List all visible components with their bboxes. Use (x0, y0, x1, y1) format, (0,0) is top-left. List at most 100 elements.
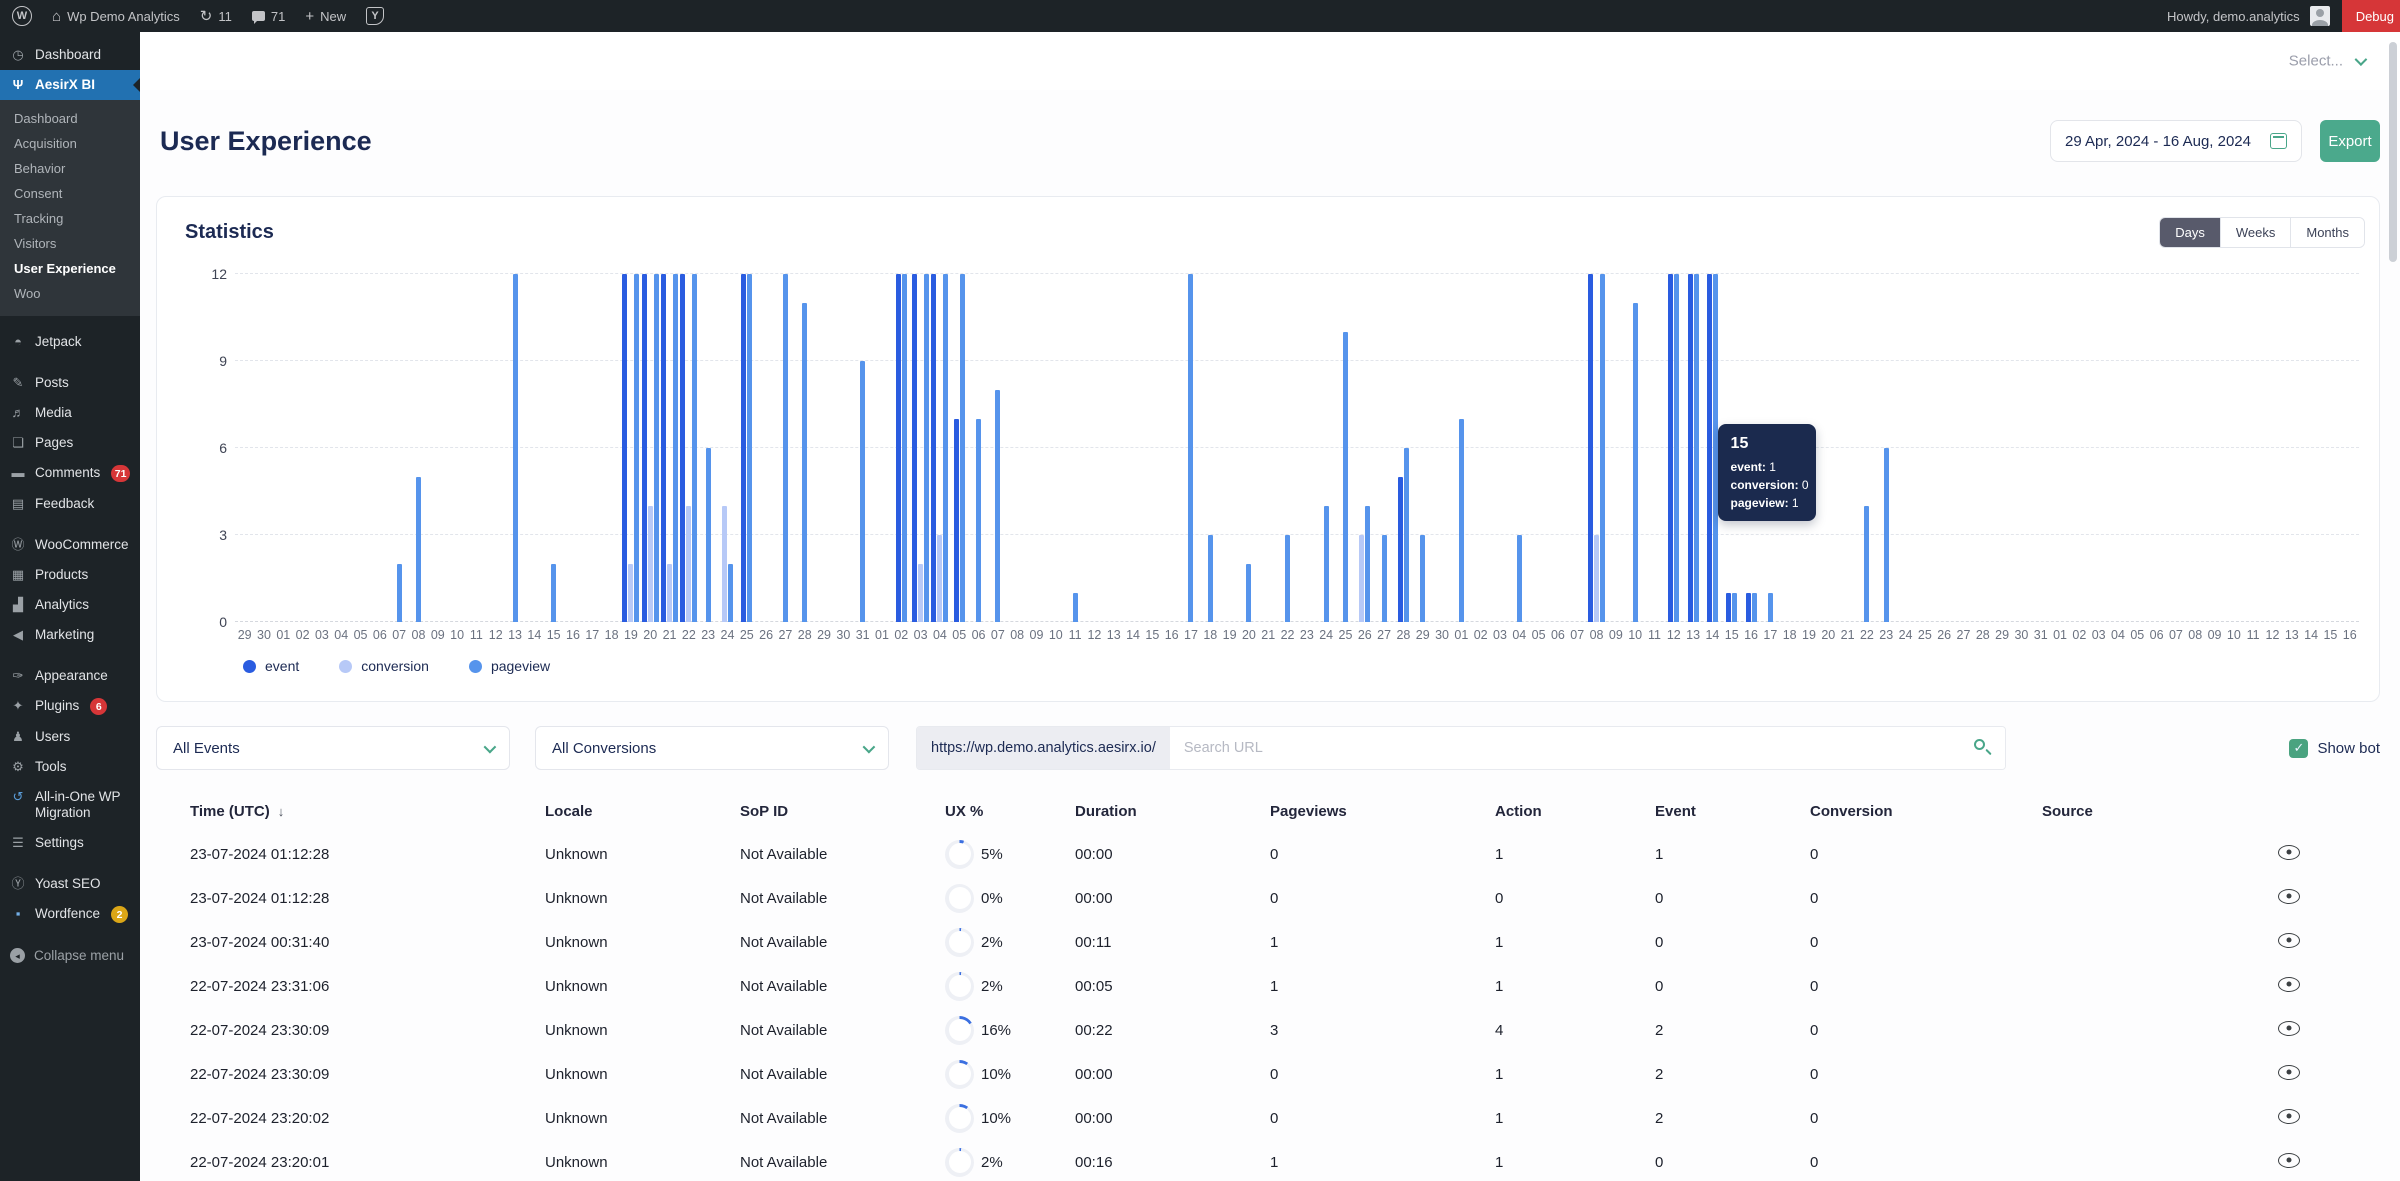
show-bot-toggle[interactable]: ✓ Show bot (2289, 738, 2380, 758)
chart-bar-pageview[interactable] (1458, 419, 1464, 622)
chart-bar-pageview[interactable] (1674, 274, 1680, 622)
column-header-source[interactable]: Source (2042, 803, 2380, 820)
chart-bar-pageview[interactable] (1323, 506, 1329, 622)
chart-bar-pageview[interactable] (1751, 593, 1757, 622)
user-avatar[interactable] (2309, 6, 2330, 26)
chart-bar-conversion[interactable] (1359, 535, 1365, 622)
chart-bar-pageview[interactable] (860, 361, 866, 622)
debug-button[interactable]: Debug (2341, 0, 2400, 32)
sidebar-item-all-in-one-wp-migration[interactable]: ↺ All-in-One WP Migration (0, 782, 140, 828)
column-header-conversion[interactable]: Conversion (1810, 803, 2042, 820)
chart-bar-event[interactable] (895, 274, 901, 622)
chart-bar-event[interactable] (1668, 274, 1674, 622)
chart-bar-pageview[interactable] (551, 564, 557, 622)
sidebar-item-media[interactable]: ♬ Media (0, 398, 140, 428)
sidebar-item-products[interactable]: ▦ Products (0, 560, 140, 590)
view-details-eye-icon[interactable] (2278, 932, 2300, 948)
chart-bar-pageview[interactable] (1767, 593, 1773, 622)
column-header-action[interactable]: Action (1495, 803, 1655, 820)
chart-bar-pageview[interactable] (1246, 564, 1252, 622)
submenu-item-woo[interactable]: Woo (0, 281, 140, 306)
export-button[interactable]: Export (2320, 120, 2380, 162)
chart-bar-pageview[interactable] (1207, 535, 1213, 622)
chart-bar-event[interactable] (680, 274, 686, 622)
chart-bar-event[interactable] (1706, 274, 1712, 622)
chart-bar-conversion[interactable] (1594, 535, 1600, 622)
chart-bar-pageview[interactable] (1365, 506, 1371, 622)
chart-bar-event[interactable] (1687, 274, 1693, 622)
chart-bar-event[interactable] (953, 419, 959, 622)
chart-bar-conversion[interactable] (628, 564, 634, 622)
sidebar-item-jetpack[interactable]: ◓ Jetpack (0, 327, 140, 357)
howdy-account-menu[interactable]: Howdy, demo.analytics (2167, 9, 2300, 24)
vertical-scrollbar[interactable] (2389, 42, 2397, 262)
view-details-eye-icon[interactable] (2278, 1020, 2300, 1036)
range-tab-months[interactable]: Months (2290, 218, 2364, 247)
show-bot-checkbox[interactable]: ✓ (2289, 738, 2309, 758)
range-tab-weeks[interactable]: Weeks (2219, 218, 2291, 247)
sidebar-item-users[interactable]: ♟ Users (0, 722, 140, 752)
conversions-select[interactable]: All Conversions (535, 726, 889, 770)
new-content-menu[interactable]: + New (305, 9, 346, 24)
submenu-item-consent[interactable]: Consent (0, 181, 140, 206)
sidebar-item-plugins[interactable]: ✦ Plugins 6 (0, 691, 140, 722)
search-button[interactable] (1961, 727, 2005, 769)
chart-bar-pageview[interactable] (959, 274, 965, 622)
chart-bar-pageview[interactable] (1072, 593, 1078, 622)
chart-bar-pageview[interactable] (396, 564, 402, 622)
chart-bar-pageview[interactable] (924, 274, 930, 622)
date-range-picker[interactable]: 29 Apr, 2024 - 16 Aug, 2024 (2050, 120, 2302, 162)
sidebar-item-feedback[interactable]: ▤ Feedback (0, 489, 140, 519)
chart-bar-pageview[interactable] (1632, 303, 1638, 622)
chart-bar-event[interactable] (1397, 477, 1403, 622)
chart-bar-pageview[interactable] (1188, 274, 1194, 622)
chart-bar-pageview[interactable] (415, 477, 421, 622)
chart-bar-pageview[interactable] (1516, 535, 1522, 622)
chart-bar-pageview[interactable] (692, 274, 698, 622)
chart-bar-pageview[interactable] (1381, 535, 1387, 622)
chart-bar-pageview[interactable] (727, 564, 733, 622)
chart-bar-event[interactable] (931, 274, 937, 622)
chart-bar-pageview[interactable] (1864, 506, 1870, 622)
updates-menu[interactable]: ↻ 11 (200, 9, 232, 24)
submenu-item-user-experience[interactable]: User Experience (0, 256, 140, 281)
submenu-item-behavior[interactable]: Behavior (0, 156, 140, 181)
sidebar-item-dashboard[interactable]: ◷ Dashboard (0, 40, 140, 70)
chart-bar-pageview[interactable] (705, 448, 711, 622)
sidebar-item-wordfence[interactable]: ▪ Wordfence 2 (0, 899, 140, 930)
chart-bar-pageview[interactable] (802, 303, 808, 622)
chart-bar-pageview[interactable] (1693, 274, 1699, 622)
chart-bar-pageview[interactable] (634, 274, 640, 622)
column-header-time-utc-[interactable]: Time (UTC) ↓ (156, 803, 545, 820)
sidebar-item-tools[interactable]: ⚙ Tools (0, 752, 140, 782)
chart-bar-pageview[interactable] (653, 274, 659, 622)
chart-bar-event[interactable] (641, 274, 647, 622)
chart-bar-conversion[interactable] (937, 535, 943, 622)
view-details-eye-icon[interactable] (2278, 1152, 2300, 1168)
column-header-pageviews[interactable]: Pageviews (1270, 803, 1495, 820)
chart-bar-conversion[interactable] (918, 564, 924, 622)
sidebar-item-posts[interactable]: ✎ Posts (0, 368, 140, 398)
chart-bar-pageview[interactable] (976, 419, 982, 622)
wordpress-logo-icon[interactable]: W (12, 6, 32, 26)
chart-bar-conversion[interactable] (686, 506, 692, 622)
sidebar-item-aesirx-bi[interactable]: Ψ AesirX BI (0, 70, 140, 100)
sidebar-item-comments[interactable]: ▬ Comments 71 (0, 458, 140, 489)
view-details-eye-icon[interactable] (2278, 976, 2300, 992)
comments-menu[interactable]: 71 (251, 9, 285, 24)
chart-bar-conversion[interactable] (667, 564, 673, 622)
chart-bar-event[interactable] (912, 274, 918, 622)
chart-bar-pageview[interactable] (782, 274, 788, 622)
events-select[interactable]: All Events (156, 726, 510, 770)
chart-bar-event[interactable] (622, 274, 628, 622)
sidebar-item-marketing[interactable]: ◀ Marketing (0, 620, 140, 650)
submenu-item-visitors[interactable]: Visitors (0, 231, 140, 256)
view-details-eye-icon[interactable] (2278, 888, 2300, 904)
chart-bar-pageview[interactable] (673, 274, 679, 622)
view-details-eye-icon[interactable] (2278, 1108, 2300, 1124)
column-header-locale[interactable]: Locale (545, 803, 740, 820)
chart-bar-event[interactable] (1726, 593, 1732, 622)
submenu-item-dashboard[interactable]: Dashboard (0, 106, 140, 131)
chart-bar-pageview[interactable] (1420, 535, 1426, 622)
chart-bar-conversion[interactable] (647, 506, 653, 622)
